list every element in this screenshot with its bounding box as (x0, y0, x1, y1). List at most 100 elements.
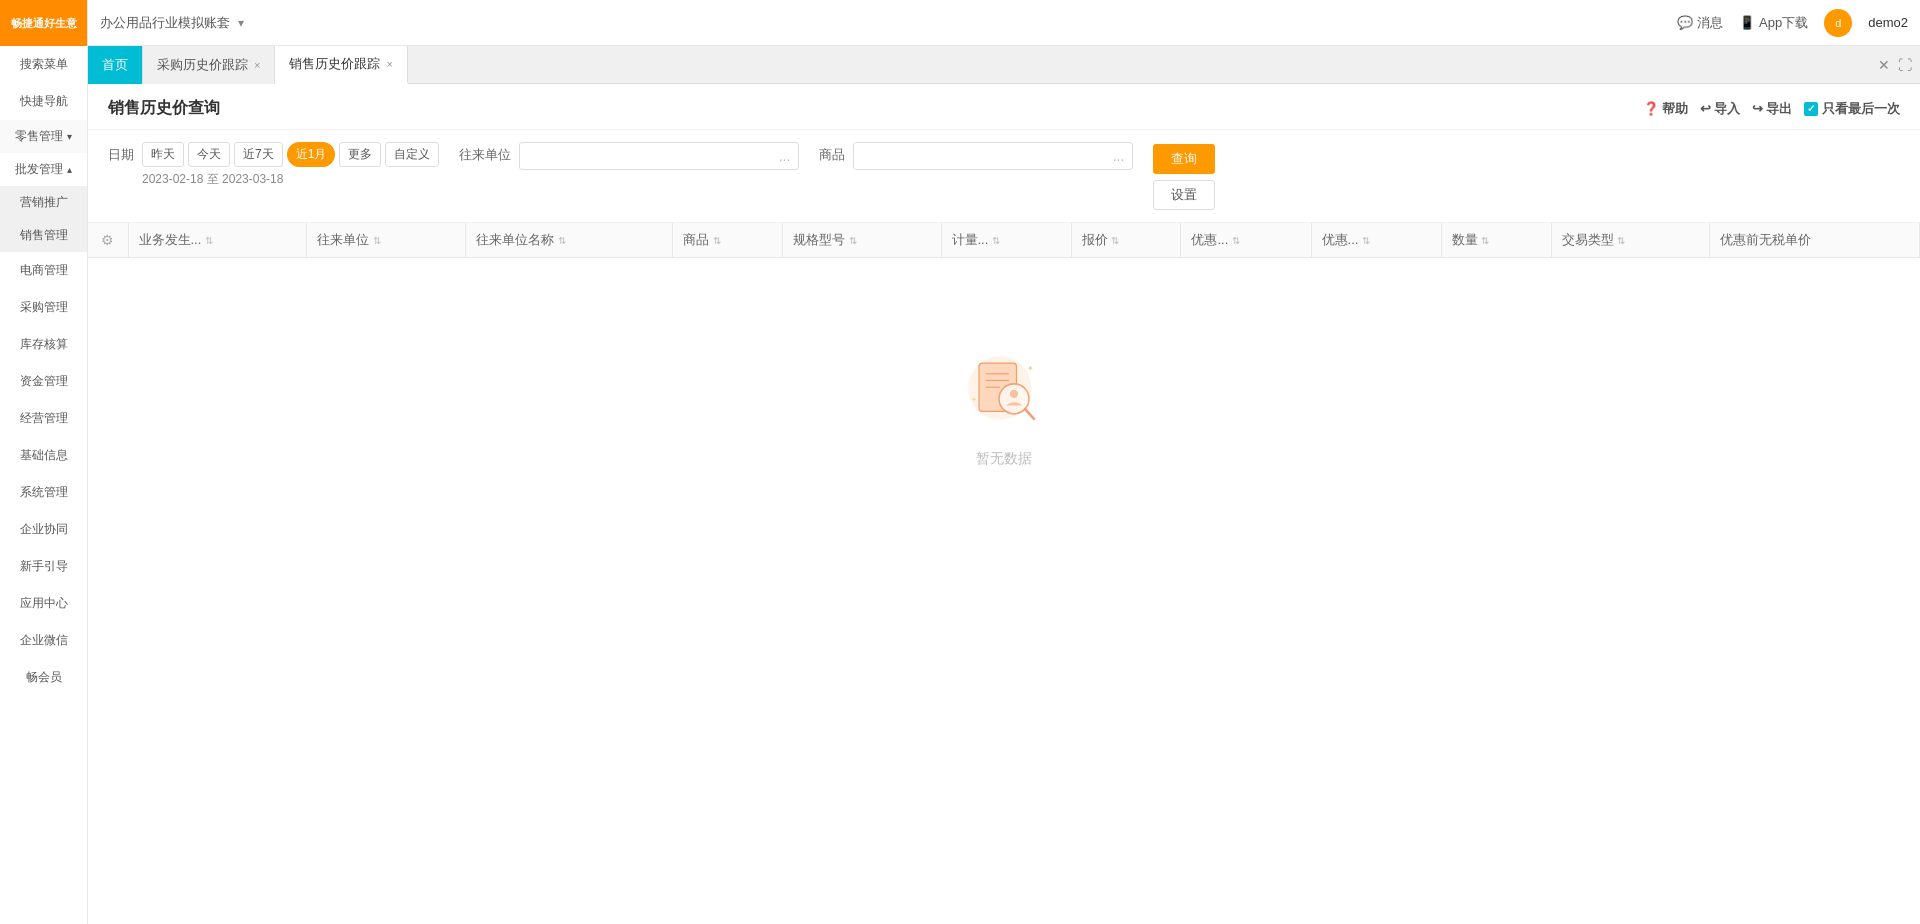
topbar-appdownload-action[interactable]: 📱 App下载 (1739, 14, 1808, 32)
avatar[interactable]: d (1824, 9, 1852, 37)
tab-purchase-close[interactable]: × (254, 59, 260, 71)
data-table: ⚙ 业务发生... ⇅ 往来单位 ⇅ 往来单位名称 ⇅ 商品 ⇅ (88, 223, 1920, 258)
query-button[interactable]: 查询 (1153, 144, 1215, 174)
export-icon: ↪ (1752, 101, 1763, 116)
sidebar-item-retail[interactable]: 零售管理 ▾ (0, 120, 87, 153)
table-container: ⚙ 业务发生... ⇅ 往来单位 ⇅ 往来单位名称 ⇅ 商品 ⇅ (88, 223, 1920, 528)
tab-home[interactable]: 首页 (88, 46, 143, 84)
svg-point-8 (1010, 390, 1018, 398)
sidebar-item-basic[interactable]: 基础信息 (0, 437, 87, 474)
tab-purchase-label: 采购历史价跟踪 (157, 56, 248, 74)
th-business-date[interactable]: 业务发生... ⇅ (128, 223, 307, 258)
sidebar-item-ecommerce[interactable]: 电商管理 (0, 252, 87, 289)
filter-partner-group: 往来单位 ... (459, 142, 799, 170)
only-last-label: 只看最后一次 (1822, 100, 1900, 118)
tab-sales-close[interactable]: × (386, 58, 392, 70)
topbar-message-action[interactable]: 💬 消息 (1677, 14, 1723, 32)
date-btn-custom[interactable]: 自定义 (385, 142, 439, 167)
import-icon: ↩ (1700, 101, 1711, 116)
th-quantity-label: 数量 ⇅ (1452, 232, 1490, 247)
date-btn-today[interactable]: 今天 (188, 142, 230, 167)
partner-label: 往来单位 (459, 142, 511, 164)
goods-label: 商品 (819, 142, 845, 164)
partner-dots-icon[interactable]: ... (775, 148, 791, 164)
th-quote[interactable]: 报价 ⇅ (1071, 223, 1181, 258)
tab-window-actions: ✕ ⛶ (1870, 57, 1920, 73)
sidebar-item-system[interactable]: 系统管理 (0, 474, 87, 511)
date-buttons: 昨天 今天 近7天 近1月 更多 自定义 (142, 142, 439, 167)
topbar-username: demo2 (1868, 15, 1908, 30)
topbar-left: 办公用品行业模拟账套 ▾ (100, 14, 244, 32)
import-label: 导入 (1714, 100, 1740, 118)
th-transaction-type[interactable]: 交易类型 ⇅ (1551, 223, 1710, 258)
page-title: 销售历史价查询 (108, 98, 220, 119)
th-discount2-label: 优惠... ⇅ (1322, 232, 1370, 247)
sidebar-item-sales[interactable]: 销售管理 (0, 219, 87, 252)
page-header: 销售历史价查询 ❓ 帮助 ↩ 导入 ↪ 导出 ✓ 只看最后一次 (88, 84, 1920, 130)
help-icon: ❓ (1643, 101, 1659, 116)
th-partner-code-label: 往来单位 ⇅ (317, 232, 381, 247)
date-btn-more[interactable]: 更多 (339, 142, 381, 167)
sidebar-item-inventory[interactable]: 库存核算 (0, 326, 87, 363)
th-discount1-label: 优惠... ⇅ (1191, 232, 1239, 247)
gear-icon[interactable]: ⚙ (101, 232, 114, 248)
checkbox-icon: ✓ (1804, 102, 1818, 116)
help-action[interactable]: ❓ 帮助 (1643, 100, 1688, 118)
topbar-right: 💬 消息 📱 App下载 d demo2 (1677, 9, 1908, 37)
tab-sales-label: 销售历史价跟踪 (289, 55, 380, 73)
th-goods[interactable]: 商品 ⇅ (673, 223, 783, 258)
window-maximize-button[interactable]: ⛶ (1898, 57, 1912, 73)
topbar: 办公用品行业模拟账套 ▾ 💬 消息 📱 App下载 d demo2 (88, 0, 1920, 46)
sidebar-item-appstore[interactable]: 应用中心 (0, 585, 87, 622)
th-unit[interactable]: 计量... ⇅ (941, 223, 1071, 258)
only-last-checkbox[interactable]: ✓ 只看最后一次 (1804, 100, 1900, 118)
th-quote-label: 报价 ⇅ (1082, 232, 1120, 247)
th-partner-name[interactable]: 往来单位名称 ⇅ (465, 223, 672, 258)
sidebar-item-purchase[interactable]: 采购管理 (0, 289, 87, 326)
export-action[interactable]: ↪ 导出 (1752, 100, 1792, 118)
date-btn-yesterday[interactable]: 昨天 (142, 142, 184, 167)
sidebar-item-member[interactable]: 畅会员 (0, 659, 87, 696)
topbar-dropdown-icon[interactable]: ▾ (238, 16, 244, 30)
th-unit-label: 计量... ⇅ (952, 232, 1000, 247)
tab-purchase-history[interactable]: 采购历史价跟踪 × (143, 46, 275, 84)
sidebar-item-marketing[interactable]: 营销推广 (0, 186, 87, 219)
chevron-up-icon: ▴ (67, 164, 72, 175)
sidebar-item-guide[interactable]: 新手引导 (0, 548, 87, 585)
goods-input-wrapper[interactable]: ... (853, 142, 1133, 170)
empty-illustration: ✦ ✦ (954, 338, 1054, 438)
date-btn-1month[interactable]: 近1月 (287, 142, 336, 167)
sidebar-item-wechat[interactable]: 企业微信 (0, 622, 87, 659)
th-partner-code[interactable]: 往来单位 ⇅ (307, 223, 466, 258)
th-pretax-price[interactable]: 优惠前无税单价 (1710, 223, 1920, 258)
import-action[interactable]: ↩ 导入 (1700, 100, 1740, 118)
th-goods-label: 商品 ⇅ (683, 232, 721, 247)
sidebar-item-operations[interactable]: 经营管理 (0, 400, 87, 437)
date-label: 日期 (108, 142, 134, 164)
partner-input[interactable] (528, 149, 774, 164)
tab-sales-history[interactable]: 销售历史价跟踪 × (275, 46, 407, 84)
sidebar-item-enterprise[interactable]: 企业协同 (0, 511, 87, 548)
date-range-display: 2023-02-18 至 2023-03-18 (142, 171, 439, 188)
filter-goods-group: 商品 ... (819, 142, 1133, 170)
sidebar-item-wholesale[interactable]: 批发管理 ▴ (0, 153, 87, 186)
sidebar-item-search[interactable]: 搜索菜单 (0, 46, 87, 83)
th-spec[interactable]: 规格型号 ⇅ (782, 223, 941, 258)
app-logo-text: 畅捷通好生意 (11, 16, 77, 30)
sidebar-item-finance[interactable]: 资金管理 (0, 363, 87, 400)
app-logo: 畅捷通好生意 (0, 0, 87, 46)
window-close-button[interactable]: ✕ (1878, 57, 1890, 73)
date-btn-7days[interactable]: 近7天 (234, 142, 283, 167)
export-label: 导出 (1766, 100, 1792, 118)
th-discount1[interactable]: 优惠... ⇅ (1181, 223, 1311, 258)
goods-dots-icon[interactable]: ... (1109, 148, 1125, 164)
th-transaction-type-label: 交易类型 ⇅ (1562, 232, 1626, 247)
th-quantity[interactable]: 数量 ⇅ (1441, 223, 1551, 258)
partner-input-wrapper[interactable]: ... (519, 142, 799, 170)
sidebar-item-quicknav[interactable]: 快捷导航 (0, 83, 87, 120)
goods-input[interactable] (862, 149, 1108, 164)
th-discount2[interactable]: 优惠... ⇅ (1311, 223, 1441, 258)
filter-date-group: 日期 昨天 今天 近7天 近1月 更多 自定义 2023-02-18 至 202… (108, 142, 439, 188)
setting-button[interactable]: 设置 (1153, 180, 1215, 210)
th-gear: ⚙ (88, 223, 128, 258)
